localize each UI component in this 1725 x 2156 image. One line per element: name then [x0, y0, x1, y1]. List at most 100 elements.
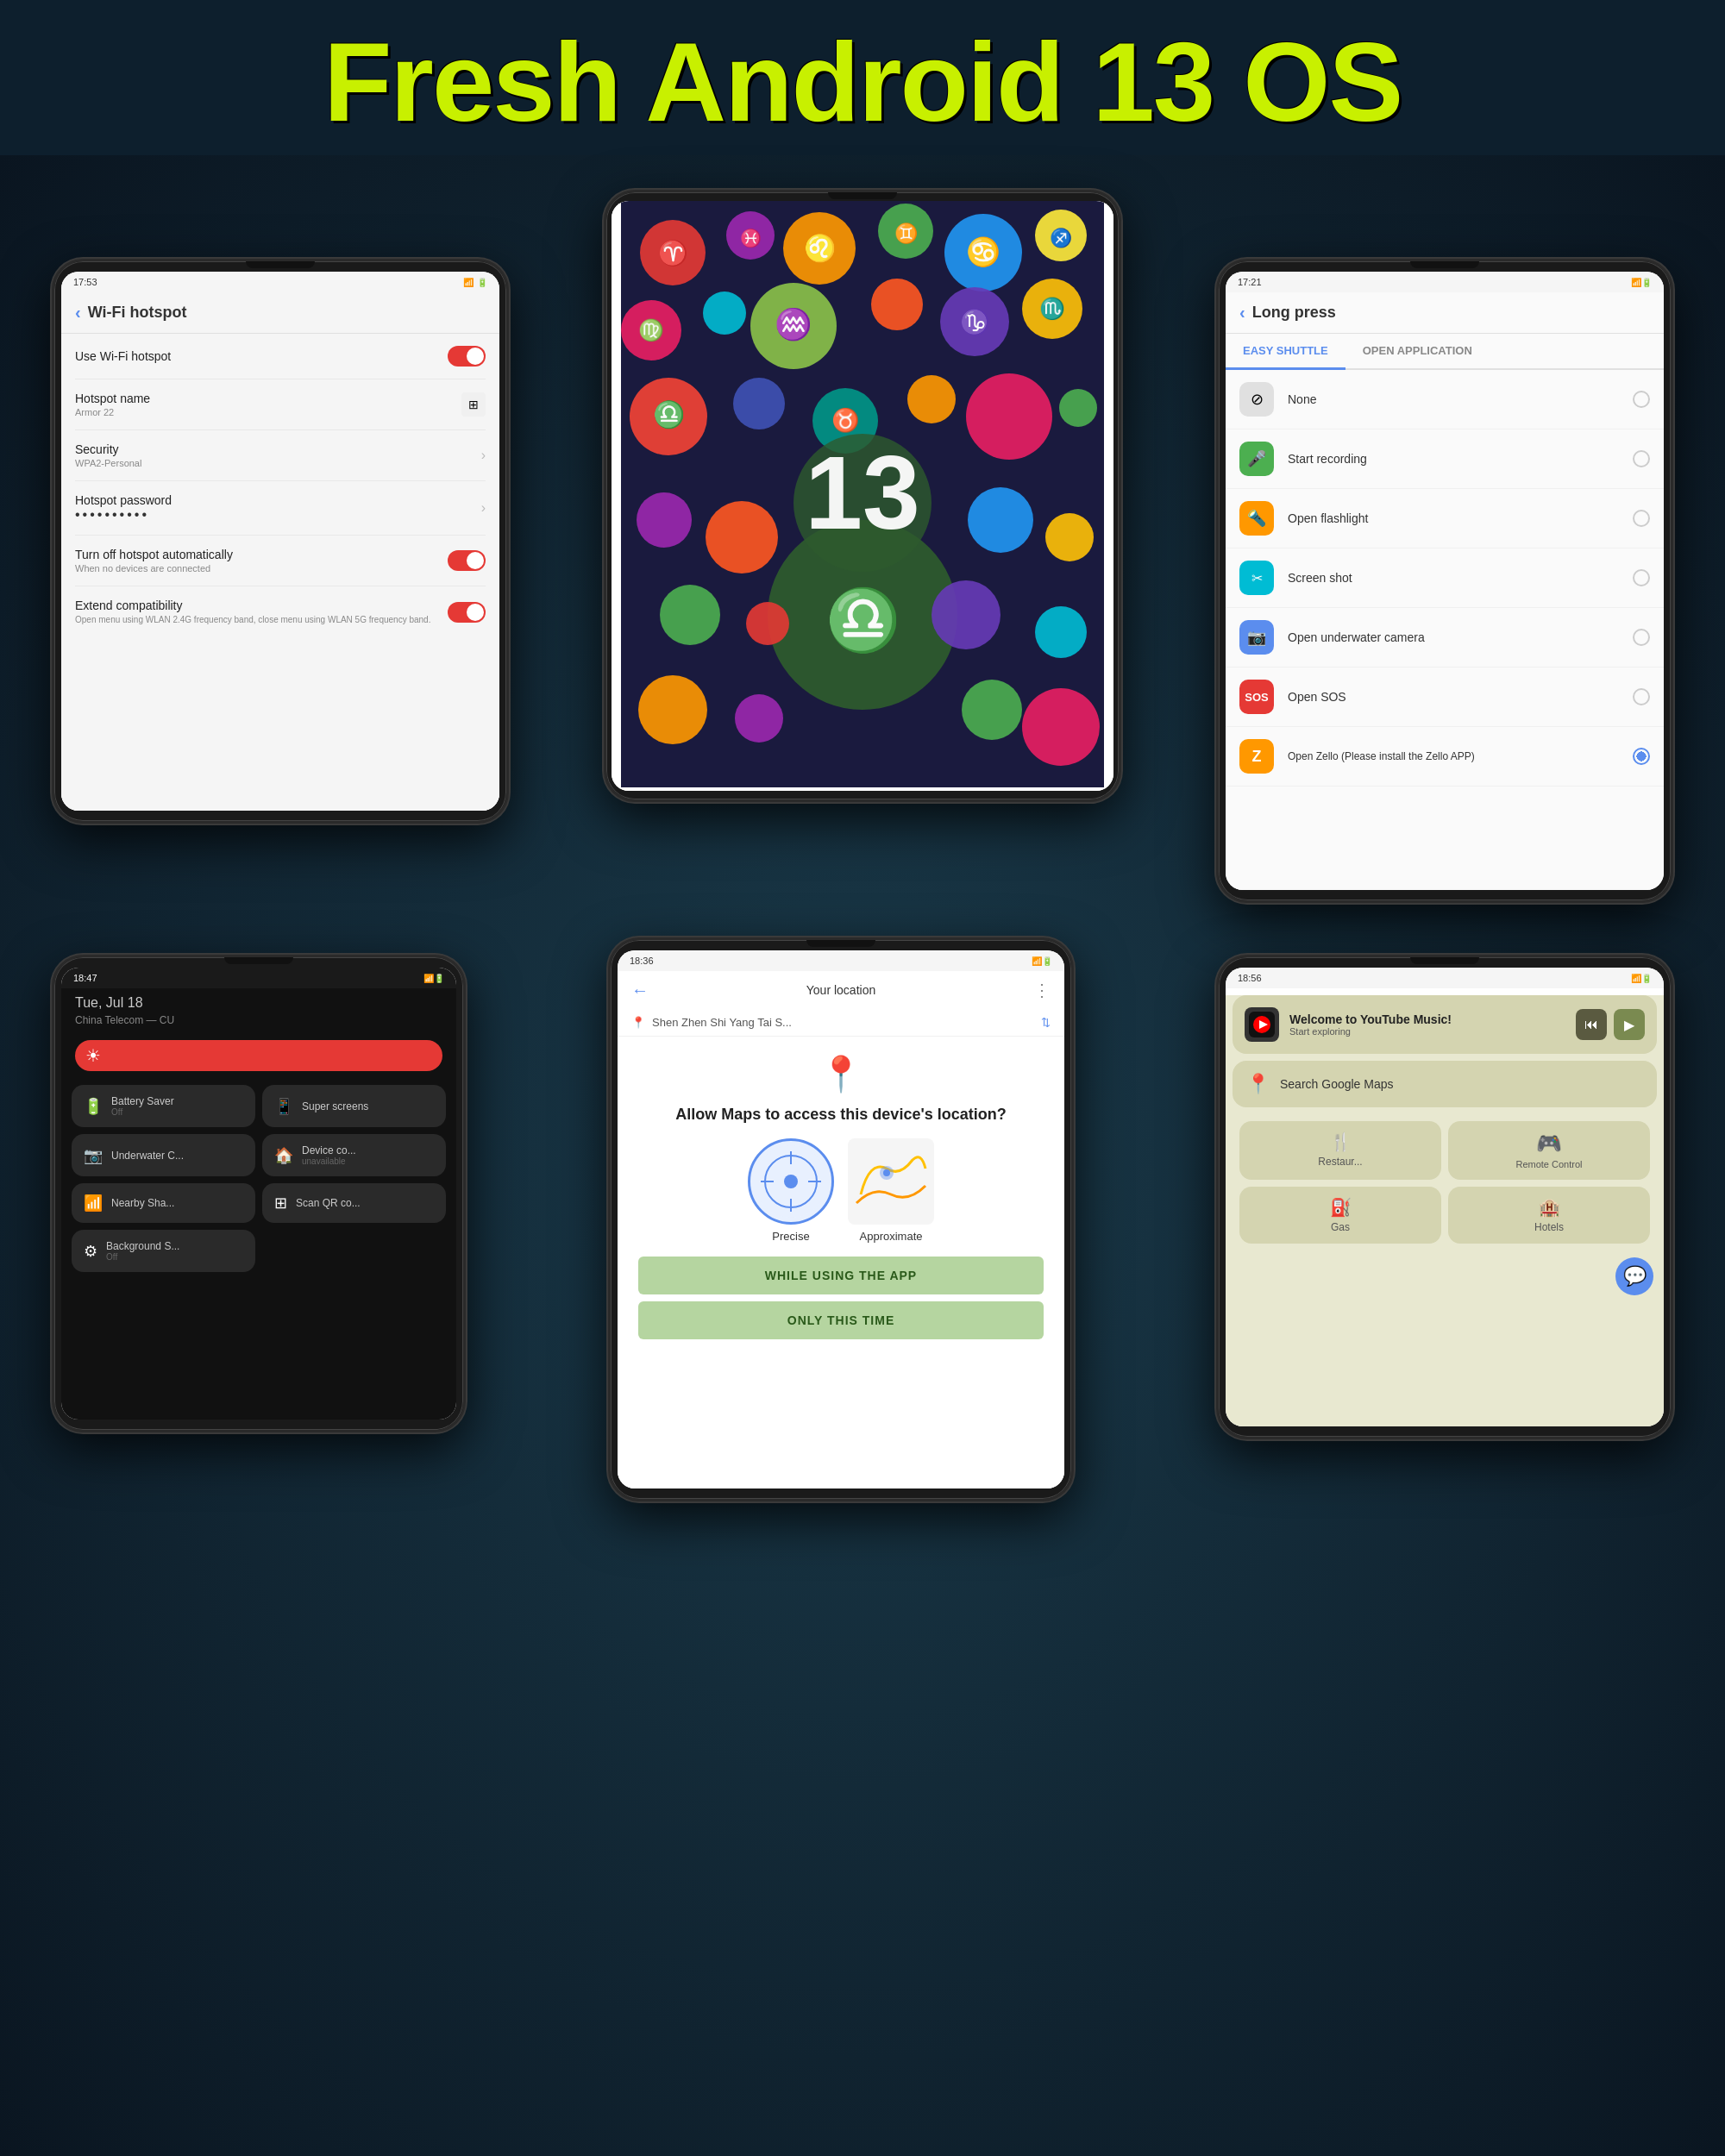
svg-point-25 — [660, 585, 720, 645]
qs-tile-nearby[interactable]: 📶 Nearby Sha... — [72, 1183, 255, 1223]
none-label: None — [1288, 392, 1619, 406]
zodiac-content: ♈ ♓ ♌ ♊ ♋ ♐ ♍ ♒ ♑ ♏ ♎ ♉ 13 — [612, 201, 1113, 791]
yt-grid-gas[interactable]: ⛽ Gas — [1239, 1187, 1441, 1244]
wifi-item-use[interactable]: Use Wi-Fi hotspot — [75, 334, 486, 379]
qs-tile-super[interactable]: 📱 Super screens — [262, 1085, 446, 1127]
status-icons: 📶 🔋 — [463, 278, 487, 287]
tab-easy-shuttle[interactable]: EASY SHUTTLE — [1226, 334, 1346, 370]
svg-point-26 — [746, 602, 789, 645]
yt-bottom-grid: 🍴 Restaur... 🎮 Remote Control — [1233, 1114, 1657, 1250]
lp-item-zello[interactable]: Z Open Zello (Please install the Zello A… — [1226, 727, 1664, 787]
maps-back-icon[interactable]: ← — [631, 981, 649, 1000]
yt-widget-title: Welcome to YouTube Music! — [1289, 1012, 1565, 1026]
lp-item-recording[interactable]: 🎤 Start recording — [1226, 429, 1664, 489]
back-arrow-lp[interactable]: ‹ — [1239, 303, 1245, 323]
approximate-map — [848, 1138, 934, 1225]
precise-map — [752, 1143, 830, 1220]
background-label: Background S... — [106, 1240, 179, 1252]
brightness-bar[interactable]: ☀ — [75, 1040, 442, 1071]
lp-item-sos[interactable]: SOS Open SOS — [1226, 667, 1664, 727]
screenshot-radio[interactable] — [1633, 569, 1650, 586]
wifi-item-security[interactable]: Security WPA2-Personal › — [75, 430, 486, 481]
device-label: Device co... — [302, 1144, 356, 1156]
only-this-time-button[interactable]: ONLY THIS TIME — [638, 1301, 1044, 1339]
qs-tile-device[interactable]: 🏠 Device co... unavailable — [262, 1134, 446, 1176]
zello-icon: Z — [1239, 739, 1274, 774]
lp-item-underwater[interactable]: 📷 Open underwater camera — [1226, 608, 1664, 667]
svg-text:13: 13 — [805, 435, 919, 550]
precise-option[interactable]: Precise — [748, 1138, 834, 1243]
svg-text:♑: ♑ — [960, 308, 990, 336]
svg-text:♌: ♌ — [804, 233, 837, 264]
wifi-item-extend[interactable]: Extend compatibility Open menu using WLA… — [75, 586, 486, 638]
maps-more-icon[interactable]: ⋮ — [1033, 980, 1051, 1000]
sos-radio[interactable] — [1633, 688, 1650, 705]
yt-grid-restaurant[interactable]: 🍴 Restaur... — [1239, 1121, 1441, 1180]
underwater-label: Open underwater camera — [1288, 630, 1619, 644]
use-wifi-label: Use Wi-Fi hotspot — [75, 349, 171, 363]
qs-tile-underwater[interactable]: 📷 Underwater C... — [72, 1134, 255, 1176]
chevron-icon-2: › — [481, 500, 486, 516]
lp-tabs: EASY SHUTTLE OPEN APPLICATION — [1226, 334, 1664, 370]
swap-icon[interactable]: ⇅ — [1041, 1016, 1051, 1029]
lp-item-flashlight[interactable]: 🔦 Open flashlight — [1226, 489, 1664, 548]
restaurant-icon: 🍴 — [1250, 1131, 1431, 1152]
wifi-item-turnoff[interactable]: Turn off hotspot automatically When no d… — [75, 536, 486, 586]
underwater-qs-icon: 📷 — [84, 1146, 103, 1165]
security-value: WPA2-Personal — [75, 458, 141, 468]
maps-content: ← Your location ⋮ 📍 Shen Zhen Shi Yang T… — [618, 971, 1064, 1489]
yt-play-btn[interactable]: ▶ — [1614, 1009, 1645, 1040]
screenshot-icon: ✂ — [1239, 561, 1274, 595]
svg-point-24 — [1045, 513, 1094, 561]
hotspot-name-label: Hotspot name — [75, 392, 150, 405]
qs-tile-qr[interactable]: ⊞ Scan QR co... — [262, 1183, 446, 1223]
sos-icon: SOS — [1239, 680, 1274, 714]
recording-icon: 🎤 — [1239, 442, 1274, 476]
phones-row-top: 17:53 📶 🔋 ‹ Wi-Fi hotspot — [52, 190, 1673, 903]
back-arrow-icon[interactable]: ‹ — [75, 303, 81, 323]
yt-time: 18:56 — [1238, 973, 1262, 983]
lp-item-screenshot[interactable]: ✂ Screen shot — [1226, 548, 1664, 608]
background-icon: ⚙ — [84, 1242, 97, 1261]
svg-point-10 — [871, 279, 923, 330]
yt-grid-hotels[interactable]: 🏨 Hotels — [1448, 1187, 1650, 1244]
yt-music-widget[interactable]: Welcome to YouTube Music! Start explorin… — [1233, 995, 1657, 1054]
recording-radio[interactable] — [1633, 450, 1650, 467]
yt-logo — [1249, 1012, 1275, 1037]
turnoff-toggle[interactable] — [448, 550, 486, 571]
use-wifi-toggle[interactable] — [448, 346, 486, 367]
approximate-option[interactable]: Approximate — [848, 1138, 934, 1243]
while-using-button[interactable]: WHILE USING THE APP — [638, 1257, 1044, 1294]
maps-address: Shen Zhen Shi Yang Tai S... — [652, 1016, 792, 1029]
extend-toggle[interactable] — [448, 602, 486, 623]
wifi-item-password[interactable]: Hotspot password •••••••••• › — [75, 481, 486, 536]
yt-grid-remote[interactable]: 🎮 Remote Control — [1448, 1121, 1650, 1180]
qs-tile-battery[interactable]: 🔋 Battery Saver Off — [72, 1085, 255, 1127]
qs-date: Tue, Jul 18 — [61, 988, 456, 1014]
super-icon: 📱 — [274, 1097, 293, 1116]
none-radio[interactable] — [1633, 391, 1650, 408]
svg-text:♋: ♋ — [966, 235, 1000, 268]
flashlight-label: Open flashlight — [1288, 511, 1619, 525]
chat-bubble-btn[interactable]: 💬 — [1615, 1257, 1653, 1295]
wifi-header: ‹ Wi-Fi hotspot — [61, 292, 499, 334]
security-label: Security — [75, 442, 141, 456]
qr-code-icon[interactable]: ⊞ — [461, 392, 486, 417]
maps-widget[interactable]: 📍 Search Google Maps — [1233, 1061, 1657, 1107]
flashlight-radio[interactable] — [1633, 510, 1650, 527]
svg-point-31 — [962, 680, 1022, 740]
wifi-item-name[interactable]: Hotspot name Armor 22 ⊞ — [75, 379, 486, 430]
zello-radio[interactable] — [1633, 748, 1650, 765]
svg-point-30 — [735, 694, 783, 743]
wifi-title: Wi-Fi hotspot — [88, 304, 187, 322]
yt-prev-btn[interactable]: ⏮ — [1576, 1009, 1607, 1040]
tab-open-application[interactable]: OPEN APPLICATION — [1346, 334, 1490, 368]
qs-tile-background[interactable]: ⚙ Background S... Off — [72, 1230, 255, 1272]
extend-sub: Open menu using WLAN 2.4G frequency band… — [75, 614, 448, 626]
underwater-radio[interactable] — [1633, 629, 1650, 646]
lp-item-none[interactable]: ⊘ None — [1226, 370, 1664, 429]
yt-status-icons: 📶🔋 — [1631, 974, 1652, 983]
wifi-content: ‹ Wi-Fi hotspot Use Wi-Fi hotspot — [61, 292, 499, 811]
sos-label: Open SOS — [1288, 690, 1619, 704]
remote-label: Remote Control — [1458, 1159, 1640, 1169]
